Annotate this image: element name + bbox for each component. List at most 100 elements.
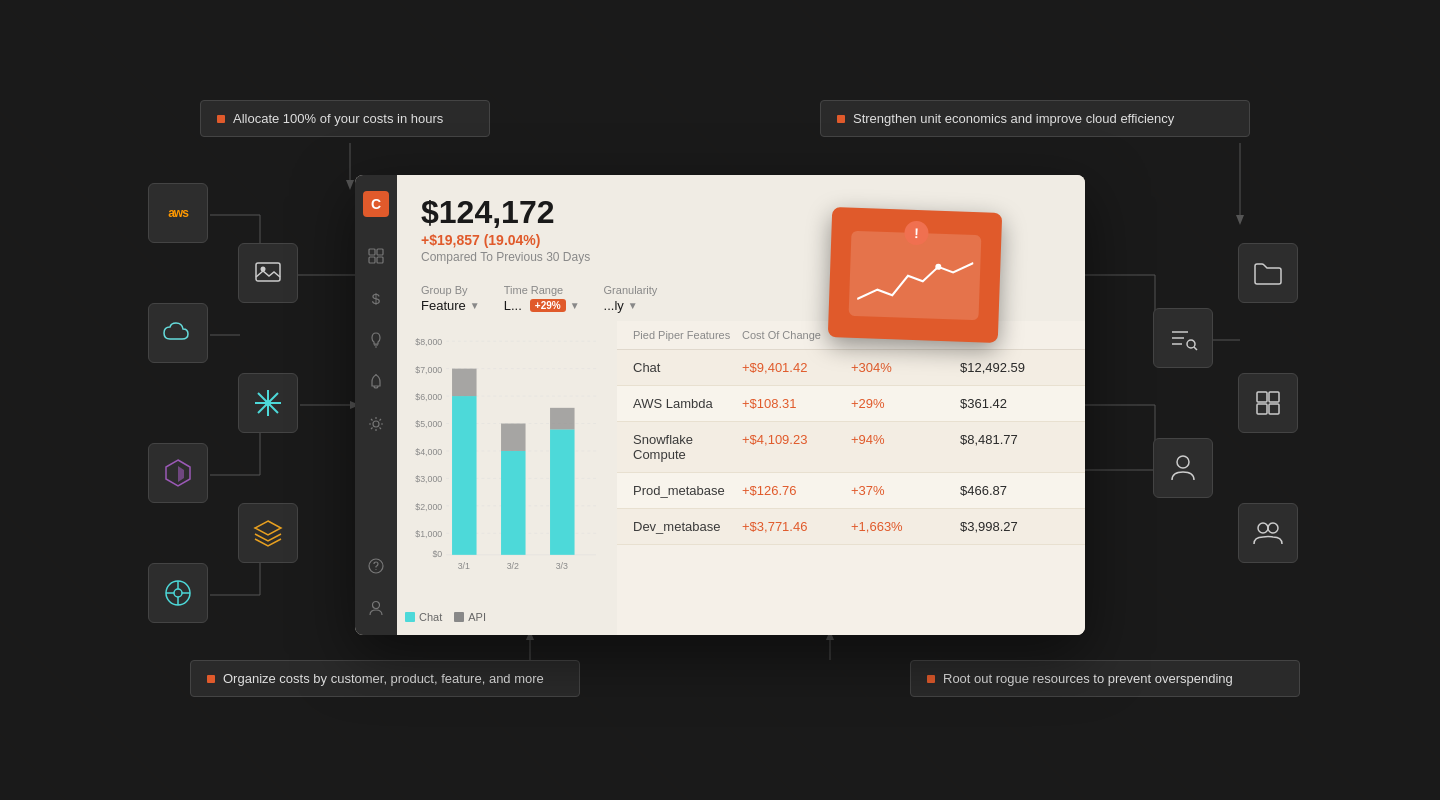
feature-name: Chat (633, 360, 742, 375)
sidebar-icon-gear[interactable] (365, 413, 387, 435)
callout-bottom-left-text: Organize costs by customer, product, fea… (223, 671, 544, 686)
legend-chat: Chat (405, 611, 442, 623)
icon-list-search[interactable] (1153, 308, 1213, 368)
svg-text:$8,000: $8,000 (415, 337, 442, 347)
cost-change: +$126.76 (742, 483, 851, 498)
svg-rect-55 (369, 257, 375, 263)
legend-api: API (454, 611, 486, 623)
svg-rect-87 (550, 408, 575, 430)
svg-rect-47 (1269, 392, 1279, 402)
icon-layers[interactable] (238, 503, 298, 563)
dashboard-body: $8,000 $7,000 $6,000 $5,000 $4,000 $3,00… (397, 321, 1085, 635)
svg-point-36 (174, 589, 182, 597)
time-range-value[interactable]: L... +29% ▼ (504, 298, 580, 313)
svg-rect-82 (452, 396, 477, 555)
legend-api-label: API (468, 611, 486, 623)
svg-text:$4,000: $4,000 (415, 447, 442, 457)
granularity-value[interactable]: ...ly ▼ (604, 298, 658, 313)
legend-chat-label: Chat (419, 611, 442, 623)
svg-rect-84 (501, 451, 525, 555)
svg-rect-85 (501, 424, 525, 451)
pct-change: +37% (851, 483, 960, 498)
feature-name: Dev_metabase (633, 519, 742, 534)
svg-point-32 (265, 400, 271, 406)
chart-legend: Chat API (405, 607, 601, 627)
svg-point-44 (1187, 340, 1195, 348)
svg-text:3/2: 3/2 (507, 561, 519, 569)
icon-helm[interactable] (148, 563, 208, 623)
icon-folder[interactable] (1238, 243, 1298, 303)
svg-rect-56 (377, 257, 383, 263)
group-by-value[interactable]: Feature ▼ (421, 298, 480, 313)
icon-aws[interactable]: aws (148, 183, 208, 243)
granularity-label: Granularity (604, 284, 658, 296)
svg-point-50 (1177, 456, 1189, 468)
svg-point-51 (1258, 523, 1268, 533)
group-by-control: Group By Feature ▼ (421, 284, 480, 313)
pct-change: +304% (851, 360, 960, 375)
svg-rect-46 (1257, 392, 1267, 402)
granularity-control: Granularity ...ly ▼ (604, 284, 658, 313)
svg-rect-86 (550, 430, 575, 555)
sidebar-logo[interactable]: C (363, 191, 389, 217)
icon-image[interactable] (238, 243, 298, 303)
cost-change: +$3,771.46 (742, 519, 851, 534)
cost-chart: $8,000 $7,000 $6,000 $5,000 $4,000 $3,00… (397, 321, 617, 635)
svg-text:$2,000: $2,000 (415, 502, 442, 512)
feature-name: Snowflake Compute (633, 432, 742, 462)
sidebar-icon-grid[interactable] (365, 245, 387, 267)
callout-dot-br (927, 675, 935, 683)
feature-name: AWS Lambda (633, 396, 742, 411)
callout-top-left-text: Allocate 100% of your costs in hours (233, 111, 443, 126)
table-row: Dev_metabase +$3,771.46 +1,663% $3,998.2… (617, 509, 1085, 545)
cost-change: +$9,401.42 (742, 360, 851, 375)
svg-marker-34 (178, 466, 184, 482)
cost-table: Pied Piper Features Cost Of Change al Co… (617, 321, 1085, 635)
svg-text:$1,000: $1,000 (415, 529, 442, 539)
sidebar-icon-bell[interactable] (365, 371, 387, 393)
alert-card: ! (828, 207, 1002, 343)
icon-snowflake[interactable] (238, 373, 298, 433)
icon-user[interactable] (1153, 438, 1213, 498)
svg-rect-83 (452, 369, 477, 396)
callout-top-right: Strengthen unit economics and improve cl… (820, 100, 1250, 137)
callout-dot-bl (207, 675, 215, 683)
sidebar-icon-dollar[interactable]: $ (365, 287, 387, 309)
svg-point-62 (375, 569, 376, 570)
callout-dot-tr (837, 115, 845, 123)
svg-text:3/1: 3/1 (458, 561, 470, 569)
total-cost: $12,492.59 (960, 360, 1069, 375)
chevron-down-icon: ▼ (470, 300, 480, 311)
callout-top-left: Allocate 100% of your costs in hours (200, 100, 490, 137)
icon-terraform[interactable] (148, 443, 208, 503)
icon-users[interactable] (1238, 503, 1298, 563)
svg-point-52 (1268, 523, 1278, 533)
cost-change: +$108.31 (742, 396, 851, 411)
chevron-down-icon-2: ▼ (570, 300, 580, 311)
chevron-down-icon-3: ▼ (628, 300, 638, 311)
sidebar-icon-help[interactable] (365, 555, 387, 577)
callout-bottom-right-text: Root out rogue resources to prevent over… (943, 671, 1233, 686)
sidebar-icon-bulb[interactable] (365, 329, 387, 351)
pct-change: +1,663% (851, 519, 960, 534)
total-cost: $361.42 (960, 396, 1069, 411)
svg-text:$3,000: $3,000 (415, 475, 442, 485)
svg-marker-15 (1236, 215, 1244, 225)
svg-line-45 (1194, 347, 1197, 350)
group-by-label: Group By (421, 284, 480, 296)
feature-name: Prod_metabase (633, 483, 742, 498)
pct-change: +94% (851, 432, 960, 462)
svg-rect-49 (1269, 404, 1279, 414)
table-row: Prod_metabase +$126.76 +37% $466.87 (617, 473, 1085, 509)
svg-rect-53 (369, 249, 375, 255)
total-cost: $466.87 (960, 483, 1069, 498)
sidebar-icon-user[interactable] (365, 597, 387, 619)
table-row: AWS Lambda +$108.31 +29% $361.42 (617, 386, 1085, 422)
callout-bottom-left: Organize costs by customer, product, fea… (190, 660, 580, 697)
svg-text:$6,000: $6,000 (415, 392, 442, 402)
icon-cloud[interactable] (148, 303, 208, 363)
svg-rect-54 (377, 249, 383, 255)
svg-marker-13 (346, 180, 354, 190)
icon-grid[interactable] (1238, 373, 1298, 433)
callout-bottom-right: Root out rogue resources to prevent over… (910, 660, 1300, 697)
